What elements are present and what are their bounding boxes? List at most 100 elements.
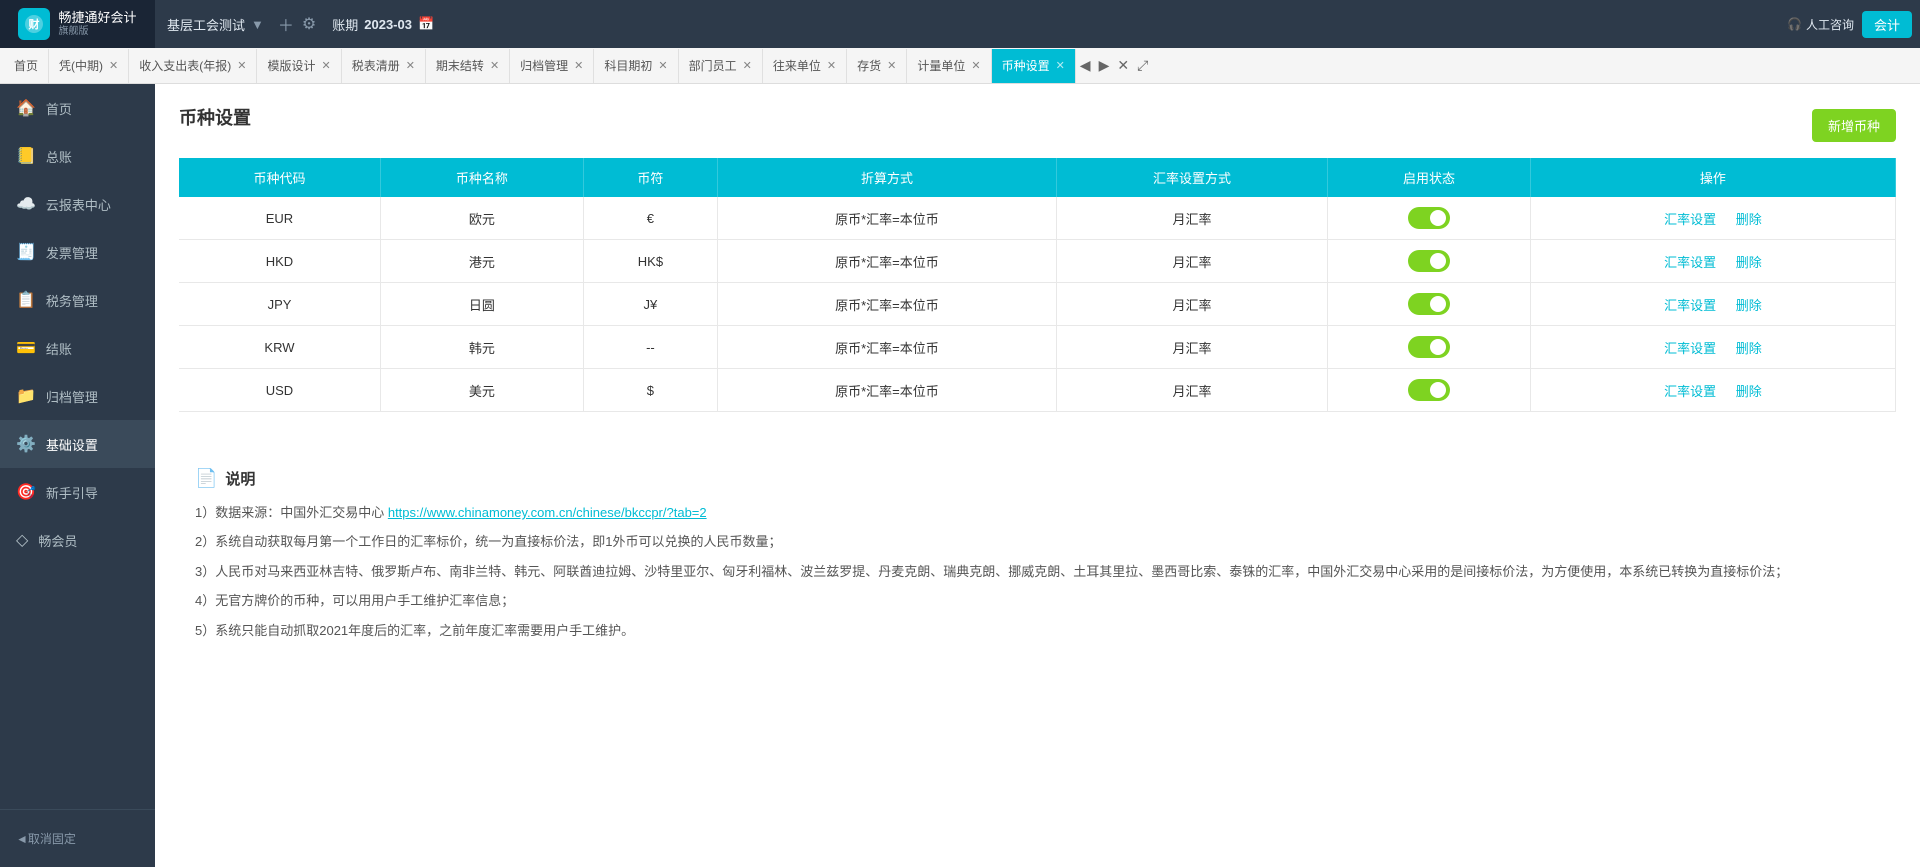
- tab-unit-close[interactable]: ✕: [971, 59, 980, 72]
- enable-toggle-4[interactable]: [1408, 379, 1450, 401]
- new-currency-button[interactable]: 新增币种: [1812, 109, 1896, 142]
- collapse-sidebar-button[interactable]: ◄取消固定: [0, 822, 155, 855]
- rate-setting-link-0[interactable]: 汇率设置: [1664, 212, 1716, 227]
- tab-department[interactable]: 部门员工 ✕: [679, 49, 763, 83]
- note-item: 1）数据来源：中国外汇交易中心 https://www.chinamoney.c…: [195, 501, 1880, 524]
- top-right-actions: 🎧 人工咨询 会计: [1787, 11, 1920, 38]
- rate-setting-link-3[interactable]: 汇率设置: [1664, 341, 1716, 356]
- sidebar-item-ledger[interactable]: 📒 总账: [0, 132, 155, 180]
- svg-text:财: 财: [28, 17, 40, 31]
- checkout-icon: 💳: [16, 338, 36, 358]
- ledger-icon: 📒: [16, 146, 36, 166]
- tab-archive[interactable]: 归档管理 ✕: [510, 49, 594, 83]
- tab-archive-close[interactable]: ✕: [574, 59, 583, 72]
- sidebar-item-reports[interactable]: ☁️ 云报表中心: [0, 180, 155, 228]
- invoice-icon: 🧾: [16, 242, 36, 262]
- table-row: JPY 日圆 J¥ 原币*汇率=本位币 月汇率 汇率设置 删除: [179, 283, 1896, 326]
- table-body: EUR 欧元 € 原币*汇率=本位币 月汇率 汇率设置 删除 HKD 港元 HK…: [179, 197, 1896, 412]
- tab-voucher-close[interactable]: ✕: [109, 59, 118, 72]
- tab-contacts-close[interactable]: ✕: [827, 59, 836, 72]
- cell-actions-0: 汇率设置 删除: [1530, 197, 1895, 240]
- tab-close-all-button[interactable]: ✕: [1113, 57, 1133, 74]
- enable-toggle-0[interactable]: [1408, 207, 1450, 229]
- rate-setting-link-2[interactable]: 汇率设置: [1664, 298, 1716, 313]
- account-button[interactable]: 会计: [1862, 11, 1912, 38]
- col-status: 启用状态: [1328, 158, 1531, 197]
- tab-income-report[interactable]: 收入支出表(年报) ✕: [129, 49, 257, 83]
- tab-department-close[interactable]: ✕: [743, 59, 752, 72]
- currency-table: 币种代码 币种名称 币符 折算方式 汇率设置方式 启用状态 操作 EUR 欧元 …: [179, 158, 1896, 412]
- cell-conversion-2: 原币*汇率=本位币: [718, 283, 1057, 326]
- sidebar-item-invoice[interactable]: 🧾 发票管理: [0, 228, 155, 276]
- tab-expand-button[interactable]: ⤢: [1133, 57, 1152, 74]
- tab-income-close[interactable]: ✕: [237, 59, 246, 72]
- tab-period-end[interactable]: 期末结转 ✕: [426, 49, 510, 83]
- delete-link-4[interactable]: 删除: [1736, 384, 1762, 399]
- table-row: KRW 韩元 -- 原币*汇率=本位币 月汇率 汇率设置 删除: [179, 326, 1896, 369]
- tab-tax-table[interactable]: 税表清册 ✕: [342, 49, 426, 83]
- table-row: HKD 港元 HK$ 原币*汇率=本位币 月汇率 汇率设置 删除: [179, 240, 1896, 283]
- cell-actions-3: 汇率设置 删除: [1530, 326, 1895, 369]
- tab-prev-button[interactable]: ◀: [1076, 57, 1095, 74]
- cell-symbol-1: HK$: [583, 240, 717, 283]
- logo-text: 畅捷通好会计 旗舰版: [58, 10, 136, 38]
- tab-next-button[interactable]: ▶: [1095, 57, 1114, 74]
- sidebar-item-settings[interactable]: ⚙️ 基础设置: [0, 420, 155, 468]
- tab-home[interactable]: 首页: [4, 49, 49, 83]
- tab-currency[interactable]: 币种设置 ✕: [992, 49, 1076, 83]
- sidebar-item-archive[interactable]: 📁 归档管理: [0, 372, 155, 420]
- headset-icon: 🎧: [1787, 17, 1802, 31]
- tab-subject[interactable]: 科目期初 ✕: [594, 49, 678, 83]
- tab-period-close[interactable]: ✕: [490, 59, 499, 72]
- gear-icon: ⚙️: [16, 434, 36, 454]
- sidebar-item-member[interactable]: ◇ 畅会员: [0, 516, 155, 564]
- cell-name-0: 欧元: [380, 197, 583, 240]
- workspace-dropdown-icon[interactable]: ▼: [251, 17, 264, 32]
- delete-link-1[interactable]: 删除: [1736, 255, 1762, 270]
- rate-setting-link-1[interactable]: 汇率设置: [1664, 255, 1716, 270]
- settings-gear-icon[interactable]: ⚙: [302, 14, 316, 34]
- tab-subject-close[interactable]: ✕: [658, 59, 667, 72]
- chinamoney-link[interactable]: https://www.chinamoney.com.cn/chinese/bk…: [388, 505, 707, 520]
- rate-setting-link-4[interactable]: 汇率设置: [1664, 384, 1716, 399]
- tax-icon: 📋: [16, 290, 36, 310]
- tab-currency-close[interactable]: ✕: [1056, 59, 1065, 72]
- cell-rate-type-4: 月汇率: [1056, 369, 1327, 412]
- period-area: 账期 2023-03 📅: [332, 15, 434, 34]
- cell-toggle-4: [1328, 369, 1531, 412]
- help-button[interactable]: 🎧 人工咨询: [1787, 16, 1854, 33]
- add-workspace-icon[interactable]: ＋: [278, 12, 294, 36]
- tab-template-close[interactable]: ✕: [321, 59, 330, 72]
- cell-code-3: KRW: [179, 326, 380, 369]
- sidebar-item-tax[interactable]: 📋 税务管理: [0, 276, 155, 324]
- delete-link-0[interactable]: 删除: [1736, 212, 1762, 227]
- tab-voucher[interactable]: 凭(中期) ✕: [49, 49, 129, 83]
- tab-inventory[interactable]: 存货 ✕: [847, 49, 907, 83]
- cell-rate-type-0: 月汇率: [1056, 197, 1327, 240]
- enable-toggle-3[interactable]: [1408, 336, 1450, 358]
- tab-inventory-close[interactable]: ✕: [887, 59, 896, 72]
- note-item: 4）无官方牌价的币种，可以用用户手工维护汇率信息；: [195, 589, 1880, 612]
- cell-name-4: 美元: [380, 369, 583, 412]
- note-title: 📄 说明: [195, 468, 1880, 489]
- cell-name-3: 韩元: [380, 326, 583, 369]
- cell-code-2: JPY: [179, 283, 380, 326]
- sidebar-item-home[interactable]: 🏠 首页: [0, 84, 155, 132]
- sidebar-item-guide[interactable]: 🎯 新手引导: [0, 468, 155, 516]
- delete-link-2[interactable]: 删除: [1736, 298, 1762, 313]
- calendar-icon[interactable]: 📅: [418, 16, 434, 32]
- cell-toggle-2: [1328, 283, 1531, 326]
- enable-toggle-2[interactable]: [1408, 293, 1450, 315]
- delete-link-3[interactable]: 删除: [1736, 341, 1762, 356]
- cell-conversion-1: 原币*汇率=本位币: [718, 240, 1057, 283]
- enable-toggle-1[interactable]: [1408, 250, 1450, 272]
- tab-tax-close[interactable]: ✕: [406, 59, 415, 72]
- col-conversion: 折算方式: [718, 158, 1057, 197]
- cell-conversion-4: 原币*汇率=本位币: [718, 369, 1057, 412]
- workspace-name: 基层工会测试: [167, 15, 245, 34]
- tab-contacts[interactable]: 往来单位 ✕: [763, 49, 847, 83]
- tab-unit[interactable]: 计量单位 ✕: [907, 49, 991, 83]
- note-item: 3）人民币对马来西亚林吉特、俄罗斯卢布、南非兰特、韩元、阿联酋迪拉姆、沙特里亚尔…: [195, 560, 1880, 583]
- sidebar-item-checkout[interactable]: 💳 结账: [0, 324, 155, 372]
- tab-template[interactable]: 模版设计 ✕: [257, 49, 341, 83]
